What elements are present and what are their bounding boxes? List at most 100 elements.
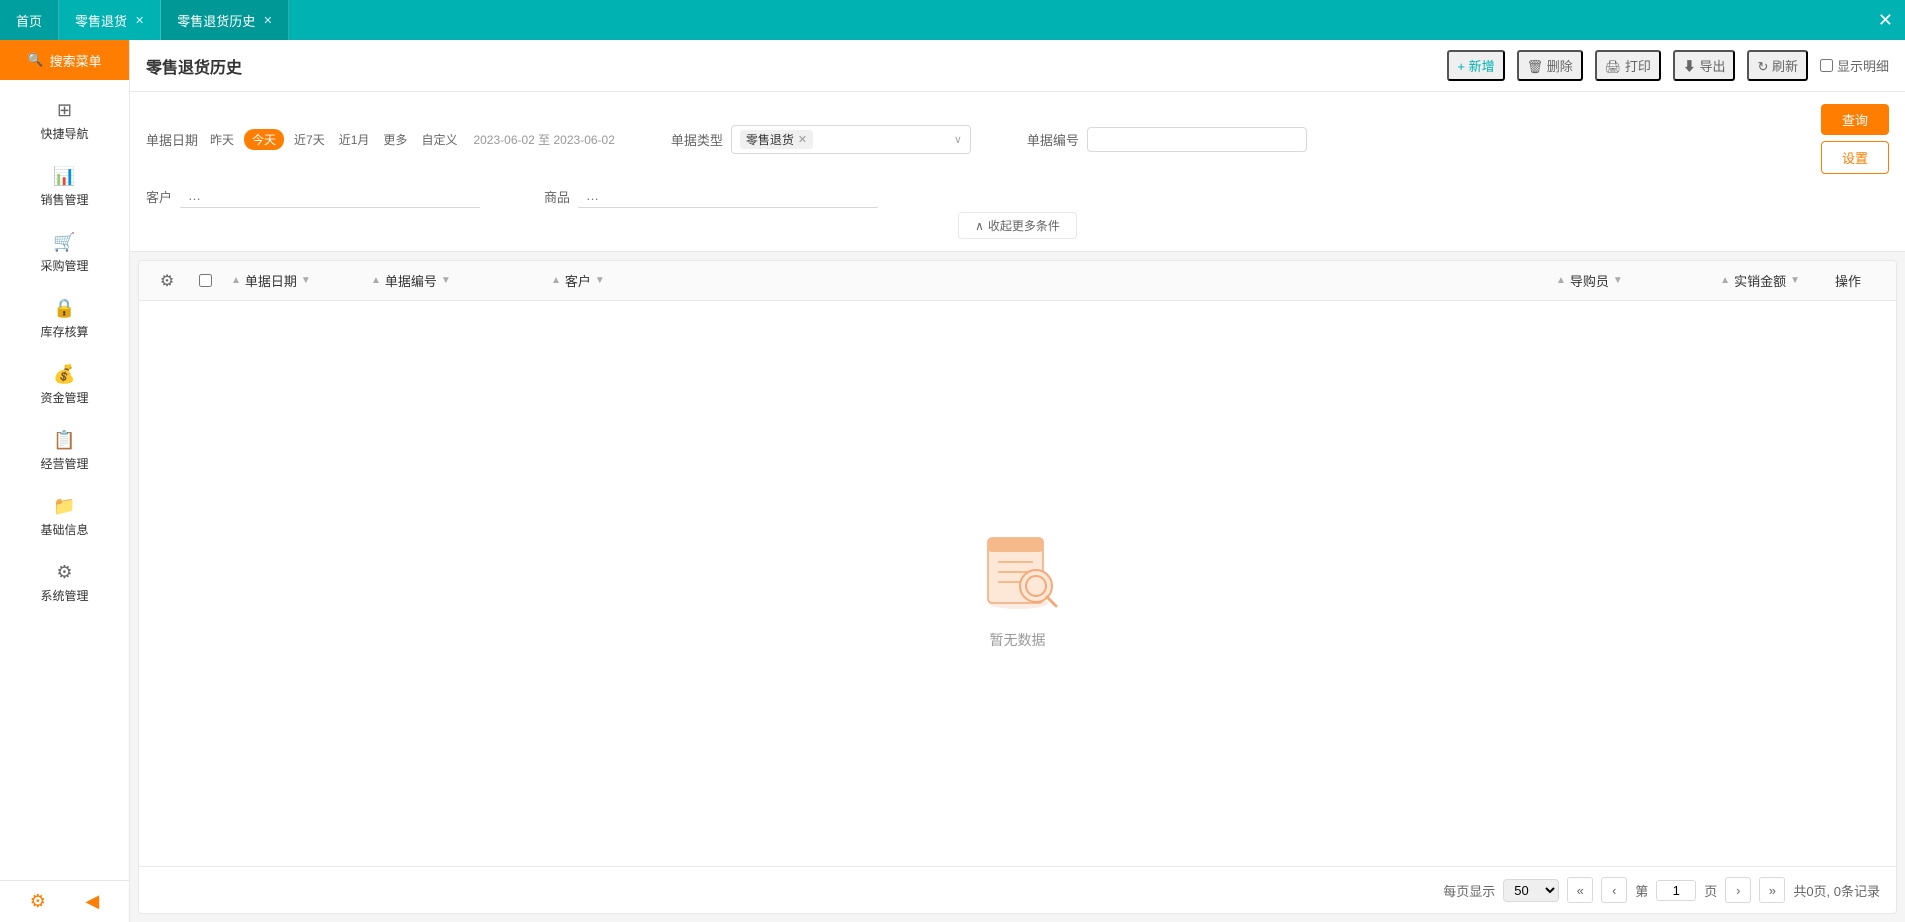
first-page-btn[interactable]: « [1567,877,1593,903]
sidebar-item-purchase-mgmt[interactable]: 🛒 采购管理 [0,220,129,286]
sort-up-icon-doc-date: ▲ [231,275,241,286]
prev-page-btn[interactable]: ‹ [1601,877,1627,903]
sort-down-icon-customer: ▼ [595,275,605,286]
refresh-button[interactable]: ↻ 刷新 [1747,50,1808,81]
tab-retail-return-history-close[interactable]: ✕ [263,14,272,27]
th-customer[interactable]: ▲ 客户 ▼ [543,271,1548,290]
goods-filter: 商品 [544,184,878,208]
sort-up-icon-doc-no: ▲ [371,275,381,286]
sidebar-item-quick-nav[interactable]: ⊞ 快捷导航 [0,88,129,154]
doc-type-tag-close-icon[interactable]: ✕ [798,133,807,146]
quick-nav-icon: ⊞ [57,100,72,121]
goods-input[interactable] [578,184,878,208]
top-bar-close-btn[interactable]: ✕ [1878,10,1905,31]
query-settings-group: 查询 设置 [1821,104,1889,174]
filter-row-1: 单据日期 昨天 今天 近7天 近1月 更多 自定义 2023-06-02 至 2… [146,104,1889,174]
sidebar-menu: ⊞ 快捷导航 📊 销售管理 🛒 采购管理 🔒 库存核算 💰 资金管理 📋 [0,80,129,880]
page-number-input[interactable] [1656,880,1696,901]
sort-down-icon-doc-date: ▼ [301,275,311,286]
date-btn-today[interactable]: 今天 [244,129,284,150]
th-doc-no[interactable]: ▲ 单据编号 ▼ [363,271,543,290]
inventory-icon: 🔒 [53,298,75,319]
sidebar-item-base-info-label: 基础信息 [40,521,88,538]
select-all-checkbox[interactable] [199,274,212,287]
customer-label: 客户 [146,187,172,206]
th-guide[interactable]: ▲ 导购员 ▼ [1548,271,1688,290]
export-button[interactable]: ⬇ 导出 [1673,50,1736,81]
sidebar-item-purchase-mgmt-label: 采购管理 [40,257,88,274]
sort-down-icon-guide: ▼ [1613,275,1623,286]
collapse-button[interactable]: ∧ 收起更多条件 [958,212,1077,239]
sidebar-item-operations[interactable]: 📋 经营管理 [0,418,129,484]
purchase-mgmt-icon: 🛒 [53,232,75,253]
search-icon: 🔍 [27,52,43,68]
customer-input[interactable] [180,184,480,208]
page-size-select[interactable]: 50 10 20 100 [1503,879,1559,902]
customer-filter: 客户 [146,184,480,208]
top-bar-tabs: 首页 零售退货 ✕ 零售退货历史 ✕ [0,0,1878,40]
column-settings-btn[interactable]: ⚙ [147,271,187,291]
sidebar-item-quick-nav-label: 快捷导航 [40,125,88,142]
main-layout: 🔍 搜索菜单 ⊞ 快捷导航 📊 销售管理 🛒 采购管理 🔒 库存核算 💰 [0,40,1905,922]
date-btn-more[interactable]: 更多 [379,129,411,150]
page-text: 第 [1635,881,1648,900]
date-btn-yesterday[interactable]: 昨天 [206,129,238,150]
sidebar-search-label: 搜索菜单 [50,51,102,70]
doc-type-filter: 单据类型 零售退货 ✕ ∨ [671,125,971,154]
sidebar-item-sales-mgmt[interactable]: 📊 销售管理 [0,154,129,220]
th-amount[interactable]: ▲ 实销金额 ▼ [1688,271,1808,290]
empty-state-icon [968,518,1068,618]
top-bar: 首页 零售退货 ✕ 零售退货历史 ✕ ✕ [0,0,1905,40]
date-btn-custom[interactable]: 自定义 [417,129,461,150]
tab-retail-return-close[interactable]: ✕ [135,14,144,27]
collapse-up-icon: ∧ [975,219,984,233]
table-container: ⚙ ▲ 单据日期 ▼ ▲ 单据编号 ▼ ▲ 客户 ▼ [138,260,1897,914]
sort-up-icon-guide: ▲ [1556,275,1566,286]
sidebar-item-sales-mgmt-label: 销售管理 [40,191,88,208]
show-detail-label-text: 显示明细 [1837,56,1889,75]
sidebar-item-base-info[interactable]: 📁 基础信息 [0,484,129,550]
goods-label: 商品 [544,187,570,206]
th-doc-date[interactable]: ▲ 单据日期 ▼ [223,271,363,290]
base-info-icon: 📁 [53,496,75,517]
tab-home[interactable]: 首页 [0,0,59,40]
doc-no-filter: 单据编号 [1027,127,1307,152]
date-shortcuts: 昨天 今天 近7天 近1月 更多 自定义 [206,129,461,150]
sidebar-search-btn[interactable]: 🔍 搜索菜单 [0,40,129,80]
sidebar-collapse-icon[interactable]: ◀ [85,891,99,912]
sidebar-item-operations-label: 经营管理 [40,455,88,472]
doc-type-tag-text: 零售退货 [746,131,794,148]
date-btn-1month[interactable]: 近1月 [335,129,374,150]
settings-gear-icon[interactable]: ⚙ [30,891,46,912]
th-action: 操作 [1808,271,1888,290]
total-label: 共0页, 0条记录 [1793,881,1880,900]
toolbar: + 新增 🗑 删除 🖨 打印 ⬇ 导出 ↻ 刷新 显示明细 [1447,50,1889,81]
sidebar: 🔍 搜索菜单 ⊞ 快捷导航 📊 销售管理 🛒 采购管理 🔒 库存核算 💰 [0,40,130,922]
filter-settings-button[interactable]: 设置 [1821,141,1889,174]
date-btn-7days[interactable]: 近7天 [290,129,329,150]
filter-row-2: 客户 商品 [146,184,1889,208]
filter-area: 单据日期 昨天 今天 近7天 近1月 更多 自定义 2023-06-02 至 2… [130,92,1905,252]
doc-type-tag: 零售退货 ✕ [740,130,813,149]
print-button[interactable]: 🖨 打印 [1595,50,1661,81]
next-page-btn[interactable]: › [1725,877,1751,903]
date-filter-label: 单据日期 [146,130,198,149]
tab-retail-return[interactable]: 零售退货 ✕ [59,0,161,40]
tab-retail-return-history[interactable]: 零售退货历史 ✕ [161,0,289,40]
operations-icon: 📋 [53,430,75,451]
sort-down-icon-amount: ▼ [1790,275,1800,286]
sort-up-icon-customer: ▲ [551,275,561,286]
last-page-btn[interactable]: » [1759,877,1785,903]
show-detail-checkbox[interactable] [1820,59,1833,72]
add-button[interactable]: + 新增 [1447,50,1504,81]
sidebar-item-inventory[interactable]: 🔒 库存核算 [0,286,129,352]
empty-state-text: 暂无数据 [990,630,1046,650]
doc-no-input[interactable] [1087,127,1307,152]
delete-button[interactable]: 🗑 删除 [1517,50,1583,81]
page-title: 零售退货历史 [146,54,242,78]
empty-state: 暂无数据 [139,301,1896,866]
sidebar-item-finance[interactable]: 💰 资金管理 [0,352,129,418]
sidebar-item-sys-mgmt[interactable]: ⚙ 系统管理 [0,550,129,616]
query-button[interactable]: 查询 [1821,104,1889,135]
doc-type-select[interactable]: 零售退货 ✕ ∨ [731,125,971,154]
